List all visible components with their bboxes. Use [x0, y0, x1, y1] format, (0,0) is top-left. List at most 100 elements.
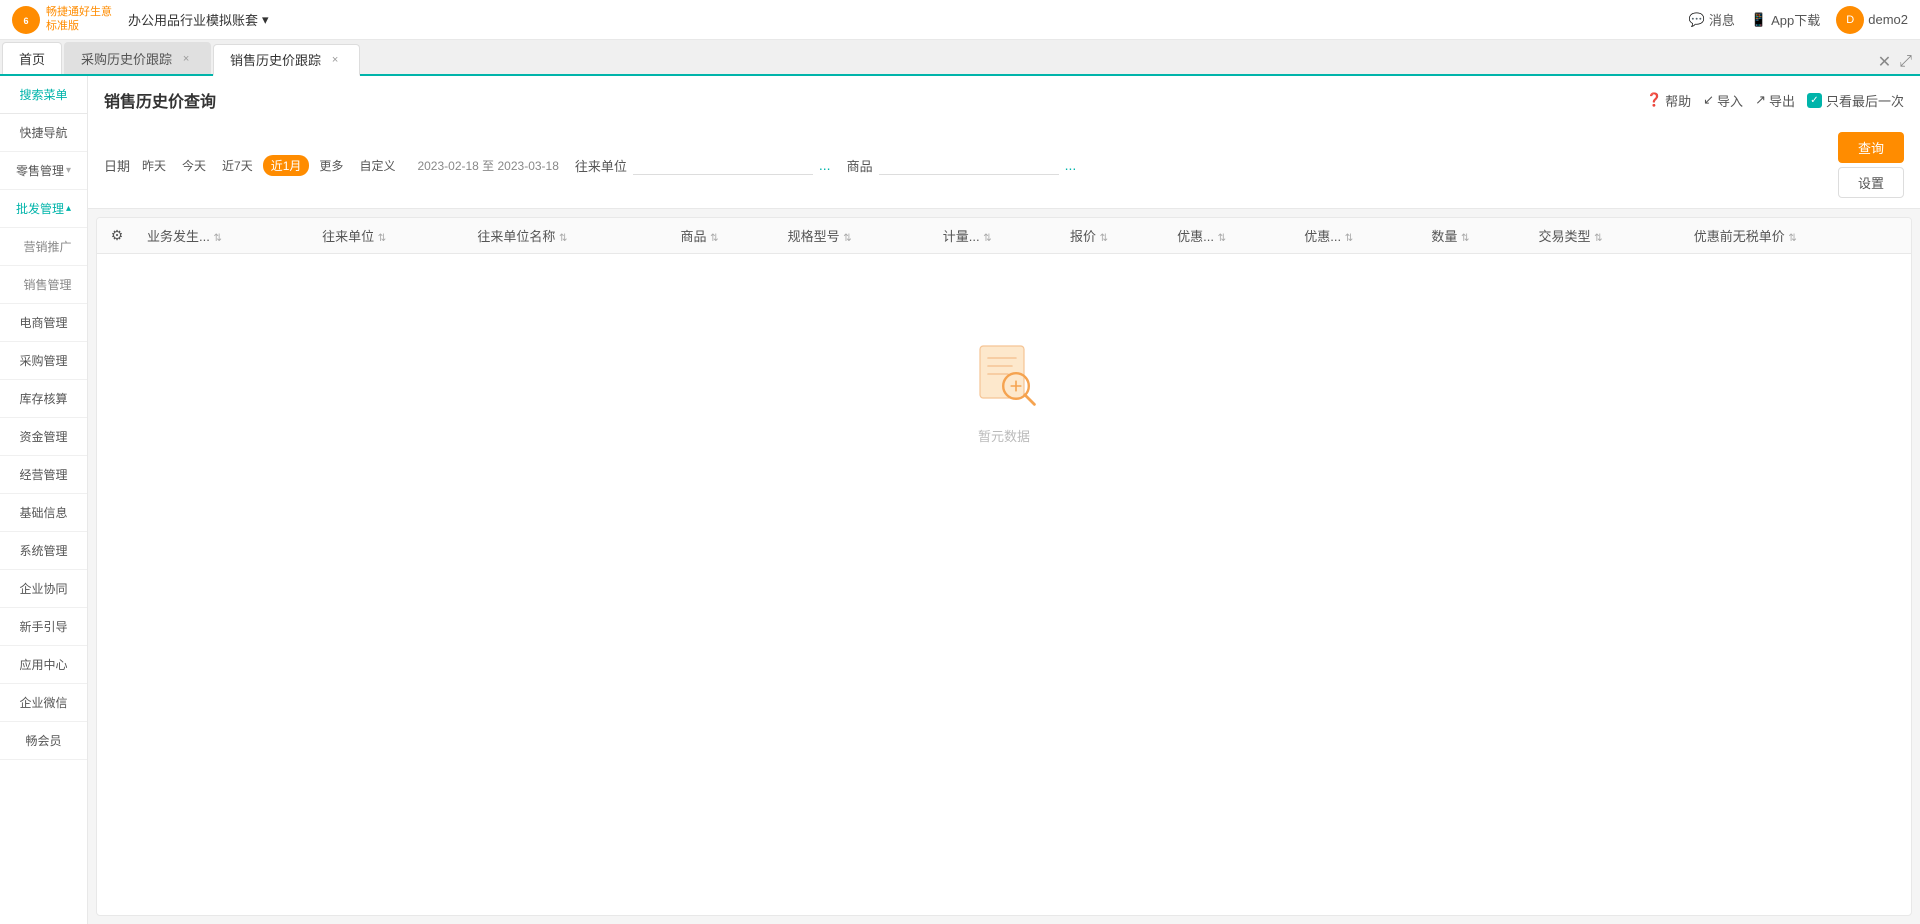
table-container: ⚙ 业务发生... 往来单位 往来单位名称 商品	[96, 217, 1912, 916]
product-input[interactable]	[879, 155, 1059, 175]
settings-button[interactable]: 设置	[1838, 167, 1904, 198]
table-header-row: ⚙ 业务发生... 往来单位 往来单位名称 商品	[97, 218, 1911, 254]
product-dots[interactable]: ...	[1065, 157, 1077, 173]
sidebar-item-operations[interactable]: 经营管理	[0, 456, 87, 494]
app-selector[interactable]: 办公用品行业模拟账套 ▾	[120, 6, 277, 33]
table-header-trade-type[interactable]: 交易类型	[1529, 218, 1684, 254]
tab-purchase-history-close[interactable]: ×	[178, 51, 194, 67]
table-header-quote[interactable]: 报价	[1060, 218, 1167, 254]
avatar: D	[1836, 6, 1864, 34]
date-btn-last1m[interactable]: 近1月	[263, 155, 310, 176]
data-table: ⚙ 业务发生... 往来单位 往来单位名称 商品	[97, 218, 1911, 525]
sidebar-item-ecommerce[interactable]: 电商管理	[0, 304, 87, 342]
sidebar-enterprise-label: 企业协同	[19, 580, 67, 597]
partner-input[interactable]	[633, 155, 813, 175]
import-icon: ↙	[1703, 92, 1714, 108]
table-header-discount2[interactable]: 优惠...	[1294, 218, 1421, 254]
sidebar-search-label: 搜索菜单	[19, 86, 67, 103]
partner-dots[interactable]: ...	[819, 157, 831, 173]
app-download-action[interactable]: 📱 App下载	[1751, 10, 1820, 29]
sidebar-item-member[interactable]: 畅会员	[0, 722, 87, 760]
sidebar-item-enterprise-wechat[interactable]: 企业微信	[0, 684, 87, 722]
message-action[interactable]: 💬 消息	[1689, 10, 1735, 29]
table-header-partner-name[interactable]: 往来单位名称	[467, 218, 670, 254]
date-btn-last7[interactable]: 近7天	[216, 155, 259, 176]
page-actions: ❓ 帮助 ↙ 导入 ↗ 导出 ✓ 只看最后一次	[1646, 91, 1904, 110]
download-icon: 📱	[1751, 12, 1767, 28]
sidebar-purchase-label: 采购管理	[19, 352, 67, 369]
date-filter-group: 日期 昨天 今天 近7天 近1月 更多 自定义	[104, 155, 401, 176]
sidebar-finance-label: 资金管理	[19, 428, 67, 445]
table-header-partner-code[interactable]: 往来单位	[312, 218, 467, 254]
table-header-qty[interactable]: 数量	[1421, 218, 1528, 254]
sidebar-item-purchase[interactable]: 采购管理	[0, 342, 87, 380]
close-tab-action[interactable]: ✕	[1878, 52, 1891, 72]
table-header-gear[interactable]: ⚙	[97, 218, 137, 254]
fullscreen-action[interactable]: ⤢	[1899, 53, 1912, 71]
query-button[interactable]: 查询	[1838, 132, 1904, 163]
sidebar-operations-label: 经营管理	[19, 466, 67, 483]
date-btn-yesterday[interactable]: 昨天	[136, 155, 172, 176]
logo-icon: 6	[12, 6, 40, 34]
sidebar-sales-label: 销售管理	[23, 276, 71, 293]
export-button[interactable]: ↗ 导出	[1755, 91, 1795, 110]
tab-purchase-history[interactable]: 采购历史价跟踪 ×	[64, 42, 211, 74]
empty-state-row: 暂元数据	[97, 254, 1911, 526]
sidebar-inventory-label: 库存核算	[19, 390, 67, 407]
date-btn-today[interactable]: 今天	[176, 155, 212, 176]
page-title: 销售历史价查询	[104, 88, 216, 112]
table-header-discount1[interactable]: 优惠...	[1167, 218, 1294, 254]
page-title-row: 销售历史价查询 ❓ 帮助 ↙ 导入 ↗ 导出 ✓	[104, 88, 1904, 112]
sidebar-item-wholesale[interactable]: 批发管理 ▴	[0, 190, 87, 228]
only-last-checkbox[interactable]: ✓ 只看最后一次	[1807, 91, 1904, 110]
content-area: 销售历史价查询 ❓ 帮助 ↙ 导入 ↗ 导出 ✓	[88, 76, 1920, 924]
page-header: 销售历史价查询 ❓ 帮助 ↙ 导入 ↗ 导出 ✓	[88, 76, 1920, 209]
svg-text:6: 6	[23, 16, 28, 26]
sidebar-basic-info-label: 基础信息	[19, 504, 67, 521]
sidebar-item-basic-info[interactable]: 基础信息	[0, 494, 87, 532]
sidebar: 搜索菜单 快捷导航 零售管理 ▾ 批发管理 ▴ 营销推广 销售管理 电商管理 采…	[0, 76, 88, 924]
user-menu[interactable]: D demo2	[1836, 6, 1908, 34]
sidebar-item-finance[interactable]: 资金管理	[0, 418, 87, 456]
table-header-pretax-price[interactable]: 优惠前无税单价	[1684, 218, 1911, 254]
sidebar-item-new-guide[interactable]: 新手引导	[0, 608, 87, 646]
chevron-up-icon: ▴	[66, 203, 71, 214]
tab-sales-history-close[interactable]: ×	[327, 52, 343, 68]
sidebar-member-label: 畅会员	[25, 732, 61, 749]
sidebar-enterprise-wechat-label: 企业微信	[19, 694, 67, 711]
filter-row: 日期 昨天 今天 近7天 近1月 更多 自定义 2023-02-18 至 202…	[104, 124, 1904, 208]
export-icon: ↗	[1755, 92, 1766, 108]
empty-text: 暂元数据	[978, 426, 1030, 445]
logo-area: 6 畅捷通好生意 标准版	[12, 6, 112, 34]
sidebar-item-sales-mgmt[interactable]: 销售管理	[0, 266, 87, 304]
empty-illustration	[964, 334, 1044, 414]
header-left: 6 畅捷通好生意 标准版 办公用品行业模拟账套 ▾	[12, 6, 277, 34]
sidebar-item-marketing[interactable]: 营销推广	[0, 228, 87, 266]
sidebar-item-app-center[interactable]: 应用中心	[0, 646, 87, 684]
sidebar-item-inventory[interactable]: 库存核算	[0, 380, 87, 418]
date-range-group: 2023-02-18 至 2023-03-18	[417, 157, 558, 174]
help-icon: ❓	[1646, 92, 1662, 108]
sidebar-item-enterprise[interactable]: 企业协同	[0, 570, 87, 608]
date-btn-more[interactable]: 更多	[313, 155, 349, 176]
import-button[interactable]: ↙ 导入	[1703, 91, 1743, 110]
tab-bar: 首页 采购历史价跟踪 × 销售历史价跟踪 × ✕ ⤢	[0, 40, 1920, 76]
table-header-biz-date[interactable]: 业务发生...	[137, 218, 312, 254]
sidebar-item-search-menu[interactable]: 搜索菜单	[0, 76, 87, 114]
tab-home[interactable]: 首页	[2, 42, 62, 74]
help-label: 帮助	[1665, 91, 1691, 110]
table-header-unit[interactable]: 计量...	[933, 218, 1060, 254]
table-header-spec[interactable]: 规格型号	[778, 218, 933, 254]
help-button[interactable]: ❓ 帮助	[1646, 91, 1691, 110]
sidebar-item-quick-nav[interactable]: 快捷导航	[0, 114, 87, 152]
table-header-product[interactable]: 商品	[670, 218, 777, 254]
sidebar-wholesale-label: 批发管理	[16, 200, 64, 217]
sidebar-item-retail[interactable]: 零售管理 ▾	[0, 152, 87, 190]
sidebar-system-label: 系统管理	[19, 542, 67, 559]
sidebar-retail-label: 零售管理	[16, 162, 64, 179]
tab-sales-history[interactable]: 销售历史价跟踪 ×	[213, 44, 360, 76]
sidebar-item-system[interactable]: 系统管理	[0, 532, 87, 570]
chevron-down-icon: ▾	[262, 12, 269, 28]
product-filter-label: 商品	[847, 156, 873, 175]
date-btn-custom[interactable]: 自定义	[353, 155, 401, 176]
